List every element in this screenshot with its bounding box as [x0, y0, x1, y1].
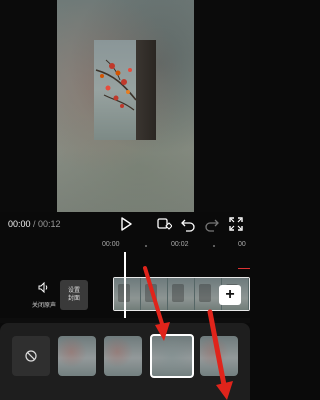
play-icon[interactable] — [118, 216, 134, 232]
time-ruler[interactable]: 00:00 00:02 00 — [0, 238, 250, 252]
no-transition-option[interactable] — [12, 336, 50, 376]
redo-icon[interactable] — [204, 216, 220, 232]
ruler-dot — [145, 245, 147, 247]
cover-label: 设置封面 — [67, 288, 80, 302]
transition-option[interactable] — [58, 336, 96, 376]
mute-original-sound-button[interactable]: 关闭原声 — [28, 280, 60, 309]
clip-frame — [114, 278, 141, 310]
playhead[interactable] — [124, 252, 126, 324]
video-preview[interactable] — [0, 0, 250, 212]
current-time: 00:00 — [8, 219, 31, 229]
playback-controls: 00:00 / 00:12 — [0, 212, 250, 238]
ruler-label: 00 — [238, 241, 246, 248]
audio-marker — [238, 268, 250, 269]
mute-label: 关闭原声 — [31, 303, 56, 309]
transition-panel — [0, 323, 250, 400]
transition-option[interactable] — [200, 336, 238, 376]
set-cover-button[interactable]: 设置封面 — [60, 280, 88, 310]
ruler-label: 00:00 — [102, 241, 120, 248]
fullscreen-icon[interactable] — [228, 216, 244, 232]
video-preview-frame — [94, 40, 156, 140]
add-clip-button[interactable]: + — [219, 285, 241, 305]
keyframe-icon[interactable] — [156, 216, 173, 232]
total-time: / 00:12 — [33, 219, 61, 229]
clip-frame — [195, 278, 222, 310]
clip-frame — [168, 278, 195, 310]
undo-icon[interactable] — [180, 216, 196, 232]
ruler-dot — [213, 245, 215, 247]
transition-option[interactable] — [104, 336, 142, 376]
no-transition-icon — [25, 350, 37, 362]
clip-frame — [141, 278, 168, 310]
speaker-icon — [38, 281, 48, 294]
transition-option-selected[interactable] — [150, 334, 194, 378]
ruler-label: 00:02 — [171, 241, 189, 248]
